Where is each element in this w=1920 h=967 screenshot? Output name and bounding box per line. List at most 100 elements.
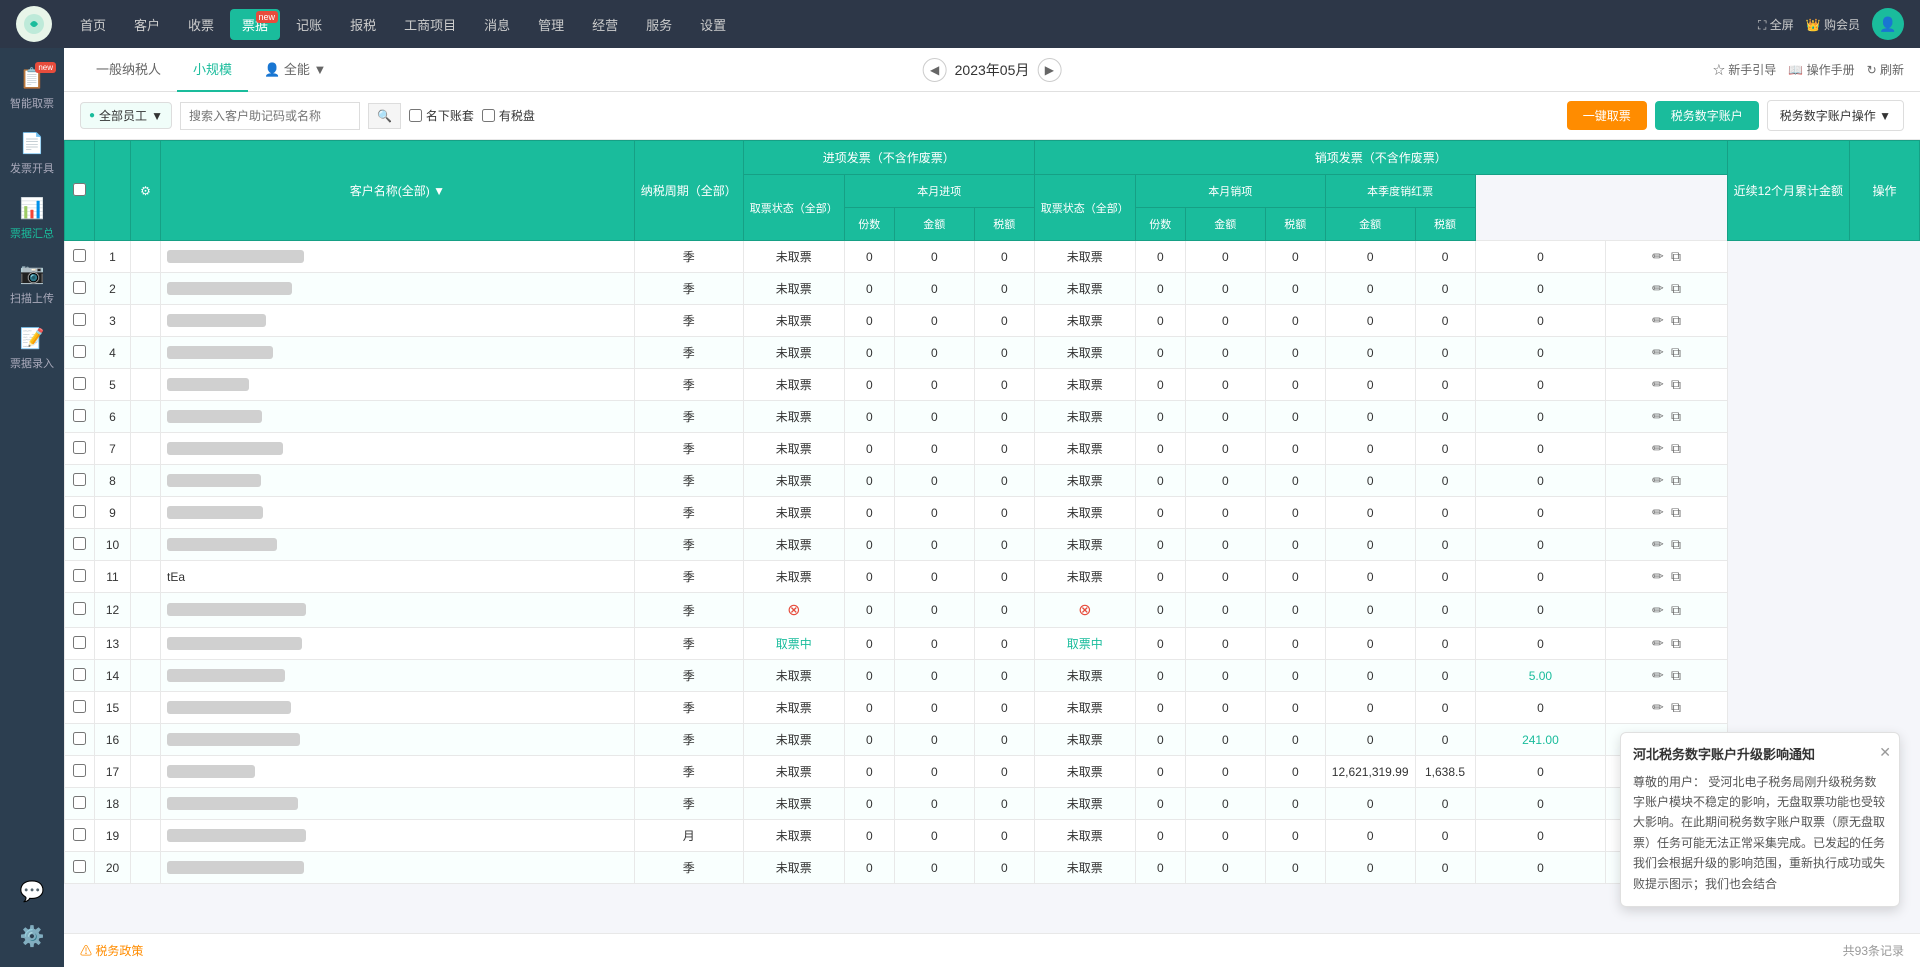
fullscreen-btn[interactable]: ⛶ 全屏	[1758, 16, 1794, 33]
copy-icon[interactable]: ⧉	[1671, 568, 1681, 584]
copy-icon[interactable]: ⧉	[1671, 376, 1681, 392]
row-checkbox[interactable]	[73, 860, 86, 873]
copy-icon[interactable]: ⧉	[1671, 667, 1681, 683]
copy-icon[interactable]: ⧉	[1671, 280, 1681, 296]
nav-invoice[interactable]: 票据 new	[230, 9, 280, 40]
ledger-checkbox[interactable]	[409, 109, 422, 122]
row-checkbox[interactable]	[73, 636, 86, 649]
edit-icon[interactable]: ✏	[1652, 568, 1664, 584]
th-out-status[interactable]: 取票状态（全部）	[1034, 175, 1135, 241]
row-checkbox[interactable]	[73, 732, 86, 745]
edit-icon[interactable]: ✏	[1652, 408, 1664, 424]
row-checkbox[interactable]	[73, 602, 86, 615]
th-setting[interactable]: ⚙	[131, 141, 161, 241]
copy-icon[interactable]: ⧉	[1671, 408, 1681, 424]
edit-icon[interactable]: ✏	[1652, 504, 1664, 520]
copy-icon[interactable]: ⧉	[1671, 699, 1681, 715]
sidebar-item-chat[interactable]: 💬	[16, 869, 49, 914]
user-avatar[interactable]: 👤	[1872, 8, 1904, 40]
copy-icon[interactable]: ⧉	[1671, 312, 1681, 328]
nav-tax[interactable]: 报税	[338, 9, 388, 40]
row-checkbox[interactable]	[73, 700, 86, 713]
nav-message[interactable]: 消息	[472, 9, 522, 40]
sidebar-item-smart-invoice[interactable]: 📋 智能取票 new	[0, 56, 64, 121]
row-checkbox[interactable]	[73, 569, 86, 582]
nav-accounting[interactable]: 记账	[284, 9, 334, 40]
copy-icon[interactable]: ⧉	[1671, 504, 1681, 520]
row-checkbox[interactable]	[73, 281, 86, 294]
edit-icon[interactable]: ✏	[1652, 472, 1664, 488]
edit-icon[interactable]: ✏	[1652, 699, 1664, 715]
copy-icon[interactable]: ⧉	[1671, 248, 1681, 264]
row-checkbox[interactable]	[73, 537, 86, 550]
refresh-btn[interactable]: ↻ 刷新	[1867, 61, 1904, 78]
row-checkbox[interactable]	[73, 668, 86, 681]
edit-icon[interactable]: ✏	[1652, 667, 1664, 683]
row-checkbox[interactable]	[73, 473, 86, 486]
app-logo[interactable]	[16, 6, 52, 42]
edit-icon[interactable]: ✏	[1652, 312, 1664, 328]
tab-small-scale[interactable]: 小规模	[177, 48, 248, 92]
copy-icon[interactable]: ⧉	[1671, 440, 1681, 456]
row-checkbox[interactable]	[73, 828, 86, 841]
customer-search-input[interactable]	[180, 102, 360, 130]
edit-icon[interactable]: ✏	[1652, 376, 1664, 392]
edit-icon[interactable]: ✏	[1652, 635, 1664, 651]
next-month-btn[interactable]: ▶	[1037, 58, 1061, 82]
edit-icon[interactable]: ✏	[1652, 344, 1664, 360]
tax-plate-checkbox[interactable]	[482, 109, 495, 122]
copy-icon[interactable]: ⧉	[1671, 536, 1681, 552]
nav-settings[interactable]: 设置	[688, 9, 738, 40]
copy-icon[interactable]: ⧉	[1671, 602, 1681, 618]
new-guide-btn[interactable]: ☆ 新手引导	[1713, 61, 1776, 78]
row-checkbox[interactable]	[73, 409, 86, 422]
tax-policy-link[interactable]: ⚠ 税务政策	[80, 942, 143, 959]
nav-operation[interactable]: 经营	[580, 9, 630, 40]
copy-icon[interactable]: ⧉	[1671, 635, 1681, 651]
ledger-checkbox-label[interactable]: 名下账套	[409, 107, 474, 124]
row-checkbox[interactable]	[73, 345, 86, 358]
edit-icon[interactable]: ✏	[1652, 536, 1664, 552]
row-checkbox[interactable]	[73, 377, 86, 390]
nav-business[interactable]: 工商项目	[392, 9, 468, 40]
copy-icon[interactable]: ⧉	[1671, 344, 1681, 360]
tax-plate-checkbox-label[interactable]: 有税盘	[482, 107, 535, 124]
row-checkbox[interactable]	[73, 764, 86, 777]
th-customer-name[interactable]: 客户名称(全部) ▼	[161, 141, 635, 241]
row-checkbox[interactable]	[73, 796, 86, 809]
nav-receive-invoice[interactable]: 收票	[176, 9, 226, 40]
nav-manage[interactable]: 管理	[526, 9, 576, 40]
edit-icon[interactable]: ✏	[1652, 280, 1664, 296]
prev-month-btn[interactable]: ◀	[923, 58, 947, 82]
sidebar-item-config[interactable]: ⚙️	[16, 914, 49, 959]
th-in-status[interactable]: 取票状态（全部）	[743, 175, 844, 241]
manual-btn[interactable]: 📖 操作手册	[1788, 61, 1854, 78]
nav-service[interactable]: 服务	[634, 9, 684, 40]
th-period[interactable]: 纳税周期（全部）	[634, 141, 743, 241]
staff-filter-dropdown[interactable]: ● 全部员工 ▼	[80, 102, 172, 129]
tab-general-taxpayer[interactable]: 一般纳税人	[80, 48, 177, 92]
edit-icon[interactable]: ✏	[1652, 440, 1664, 456]
sidebar-item-open-invoice[interactable]: 📄 发票开具	[0, 121, 64, 186]
row-checkbox[interactable]	[73, 249, 86, 262]
member-btn[interactable]: 👑 购会员	[1806, 16, 1860, 33]
nav-customer[interactable]: 客户	[122, 9, 172, 40]
select-all-checkbox[interactable]	[73, 183, 86, 196]
edit-icon[interactable]: ✏	[1652, 602, 1664, 618]
nav-home[interactable]: 首页	[68, 9, 118, 40]
one-click-invoice-btn[interactable]: 一键取票	[1567, 101, 1647, 130]
digital-account-btn[interactable]: 税务数字账户	[1655, 101, 1759, 130]
digital-account-ops-btn[interactable]: 税务数字账户操作 ▼	[1767, 100, 1904, 131]
search-button[interactable]: 🔍	[368, 103, 401, 129]
notification-close-btn[interactable]: ✕	[1879, 741, 1891, 763]
row-checkbox[interactable]	[73, 505, 86, 518]
sidebar-item-summary[interactable]: 📊 票据汇总	[0, 186, 64, 251]
row-checkbox[interactable]	[73, 441, 86, 454]
sidebar-item-entry[interactable]: 📝 票据录入	[0, 316, 64, 381]
row-checkbox[interactable]	[73, 313, 86, 326]
tab-all[interactable]: 👤 全能 ▼	[248, 48, 342, 92]
edit-icon[interactable]: ✏	[1652, 248, 1664, 264]
sidebar-item-scan[interactable]: 📷 扫描上传	[0, 251, 64, 316]
out-tax-cell: 0	[1265, 241, 1325, 273]
copy-icon[interactable]: ⧉	[1671, 472, 1681, 488]
